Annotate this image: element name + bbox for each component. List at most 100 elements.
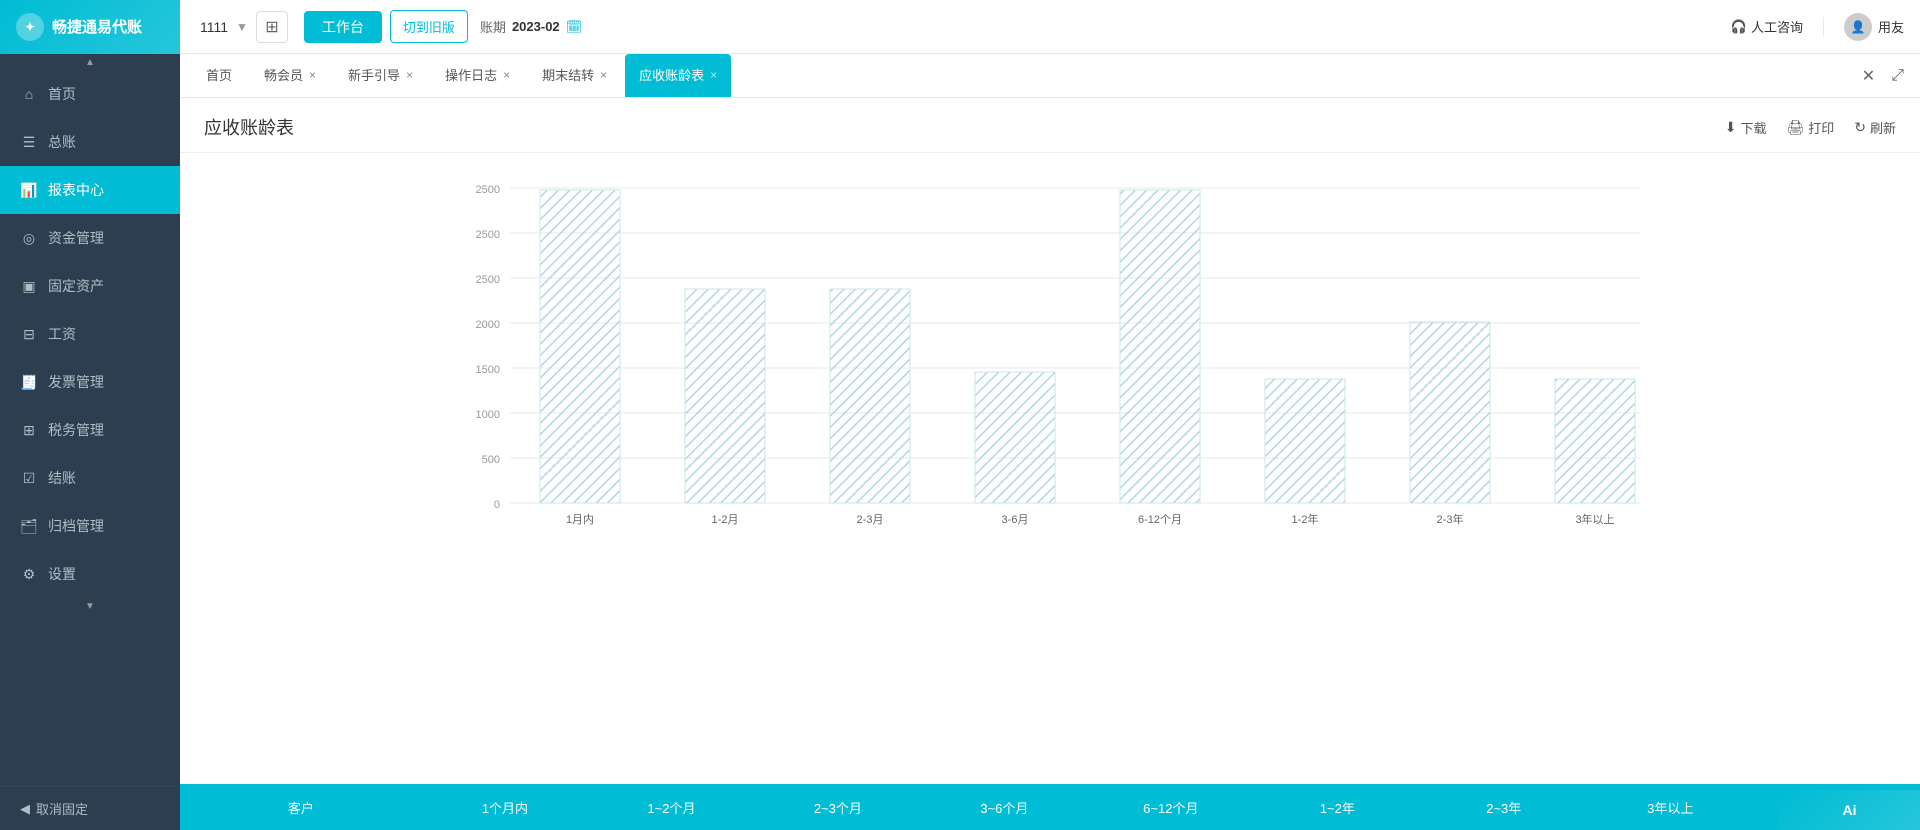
bar-8 — [1555, 379, 1635, 503]
refresh-button[interactable]: ↻ 刷新 — [1854, 118, 1896, 137]
tab-bar: 首页 畅会员 × 新手引导 × 操作日志 × 期末结转 × 应收账龄表 × — [180, 54, 1920, 98]
bar-chart: 2500 2500 2500 2000 1500 1000 500 0 — [204, 173, 1896, 553]
tab-guide-close[interactable]: × — [406, 68, 413, 82]
company-select[interactable]: 1111 ▼ — [200, 19, 248, 35]
assets-icon: ▣ — [20, 277, 38, 295]
main-layout: ▲ ⌂ 首页 ☰ 总账 📊 报表中心 ◎ 资金管理 ▣ 固定资产 ⊟ 工资 🧾 … — [0, 54, 1920, 830]
tab-home-label: 首页 — [206, 65, 232, 84]
tab-guide-label: 新手引导 — [348, 65, 400, 84]
sidebar-label-payroll: 工资 — [48, 324, 76, 344]
tab-bar-right: ✕ ⤢ — [1858, 62, 1908, 90]
tab-oplog[interactable]: 操作日志 × — [431, 54, 524, 97]
svg-text:1000: 1000 — [476, 409, 500, 421]
col-1month: 1个月内 — [422, 798, 588, 817]
sidebar-label-checkout: 结账 — [48, 468, 76, 488]
bar-7 — [1410, 322, 1490, 503]
settings-icon: ⚙ — [20, 565, 38, 583]
user-label: 用友 — [1878, 17, 1904, 36]
tab-period-end[interactable]: 期末结转 × — [528, 54, 621, 97]
tab-guide[interactable]: 新手引导 × — [334, 54, 427, 97]
svg-text:3-6月: 3-6月 — [1002, 514, 1029, 526]
sidebar-item-payroll[interactable]: ⊟ 工资 — [0, 310, 180, 358]
tab-member-close[interactable]: × — [309, 68, 316, 82]
col-1-2year: 1~2年 — [1254, 798, 1420, 817]
tab-home[interactable]: 首页 — [192, 54, 246, 97]
user-button[interactable]: 👤 用友 — [1844, 13, 1904, 41]
unpin-label: 取消固定 — [36, 799, 88, 818]
checkout-icon: ☑ — [20, 469, 38, 487]
tab-period-end-close[interactable]: × — [600, 68, 607, 82]
svg-text:2500: 2500 — [476, 274, 500, 286]
logo-icon: ✦ — [16, 13, 44, 41]
switch-button[interactable]: 切到旧版 — [390, 10, 468, 43]
sidebar-label-archive: 归档管理 — [48, 516, 104, 536]
page-title: 应收账龄表 — [204, 114, 294, 140]
svg-text:1500: 1500 — [476, 364, 500, 376]
bar-1 — [540, 190, 620, 503]
sidebar-item-checkout[interactable]: ☑ 结账 — [0, 454, 180, 502]
consult-label: 人工咨询 — [1751, 17, 1803, 36]
tab-member[interactable]: 畅会员 × — [250, 54, 330, 97]
svg-text:6-12个月: 6-12个月 — [1138, 513, 1182, 526]
tab-aging-label: 应收账龄表 — [639, 65, 704, 84]
tab-period-end-label: 期末结转 — [542, 65, 594, 84]
sidebar-item-archive[interactable]: 🗂 归档管理 — [0, 502, 180, 550]
sidebar-item-invoice[interactable]: 🧾 发票管理 — [0, 358, 180, 406]
col-3yearplus: 3年以上 — [1587, 798, 1753, 817]
sidebar-label-funds: 资金管理 — [48, 228, 104, 248]
copy-button[interactable]: ⊞ — [256, 11, 288, 43]
refresh-icon: ↻ — [1854, 119, 1866, 136]
tab-oplog-close[interactable]: × — [503, 68, 510, 82]
tab-aging-close[interactable]: × — [710, 68, 717, 82]
sidebar-label-reports: 报表中心 — [48, 180, 104, 200]
tab-aging[interactable]: 应收账龄表 × — [625, 54, 731, 97]
svg-text:1月内: 1月内 — [566, 512, 594, 526]
table-header: 客户 1个月内 1~2个月 2~3个月 3~6个月 6~12个月 1~2年 2~… — [180, 784, 1920, 830]
svg-text:0: 0 — [494, 499, 500, 511]
funds-icon: ◎ — [20, 229, 38, 247]
period-value: 2023-02 — [512, 19, 560, 34]
svg-text:1-2月: 1-2月 — [712, 514, 739, 526]
sidebar-item-reports[interactable]: 📊 报表中心 — [0, 166, 180, 214]
period-area: 账期 2023-02 🗓 — [480, 17, 582, 36]
sidebar-item-settings[interactable]: ⚙ 设置 — [0, 550, 180, 598]
ai-badge[interactable]: Ai — [1779, 790, 1920, 830]
unpin-icon: ◀ — [20, 801, 30, 817]
page-header: 应收账龄表 ⬇ 下载 🖨 打印 ↻ 刷新 — [180, 98, 1920, 153]
workbench-button[interactable]: 工作台 — [304, 11, 382, 43]
home-icon: ⌂ — [20, 85, 38, 103]
bar-4 — [975, 372, 1055, 503]
content-area: 首页 畅会员 × 新手引导 × 操作日志 × 期末结转 × 应收账龄表 × — [180, 54, 1920, 830]
sidebar-scroll-down[interactable]: ▼ — [0, 598, 180, 614]
tab-close-all-button[interactable]: ✕ — [1858, 62, 1879, 90]
tab-expand-button[interactable]: ⤢ — [1887, 63, 1908, 89]
sidebar-item-home[interactable]: ⌂ 首页 — [0, 70, 180, 118]
headset-icon: 🎧 — [1731, 19, 1747, 35]
svg-text:2500: 2500 — [476, 184, 500, 196]
archive-icon: 🗂 — [20, 517, 38, 535]
download-label: 下载 — [1740, 118, 1766, 137]
page-actions: ⬇ 下载 🖨 打印 ↻ 刷新 — [1725, 118, 1896, 137]
sidebar-label-ledger: 总账 — [48, 132, 76, 152]
calendar-icon[interactable]: 🗓 — [566, 19, 583, 35]
sidebar-scroll-up[interactable]: ▲ — [0, 54, 180, 70]
col-2-3month: 2~3个月 — [755, 798, 921, 817]
sidebar-item-ledger[interactable]: ☰ 总账 — [0, 118, 180, 166]
sidebar-footer[interactable]: ◀ 取消固定 — [0, 786, 180, 830]
svg-text:2-3月: 2-3月 — [857, 514, 884, 526]
download-button[interactable]: ⬇ 下载 — [1725, 118, 1767, 137]
svg-text:2-3年: 2-3年 — [1437, 512, 1464, 526]
reports-icon: 📊 — [20, 181, 38, 199]
sidebar-item-funds[interactable]: ◎ 资金管理 — [0, 214, 180, 262]
print-icon: 🖨 — [1786, 119, 1804, 136]
bar-6 — [1265, 379, 1345, 503]
print-button[interactable]: 🖨 打印 — [1786, 118, 1834, 137]
sidebar-item-assets[interactable]: ▣ 固定资产 — [0, 262, 180, 310]
logo-text: 畅捷通易代账 — [52, 16, 142, 37]
tab-member-label: 畅会员 — [264, 65, 303, 84]
svg-text:2500: 2500 — [476, 229, 500, 241]
consult-button[interactable]: 🎧 人工咨询 — [1731, 17, 1803, 36]
bar-5 — [1120, 190, 1200, 503]
sidebar-item-tax[interactable]: ⊞ 税务管理 — [0, 406, 180, 454]
refresh-label: 刷新 — [1870, 118, 1896, 137]
